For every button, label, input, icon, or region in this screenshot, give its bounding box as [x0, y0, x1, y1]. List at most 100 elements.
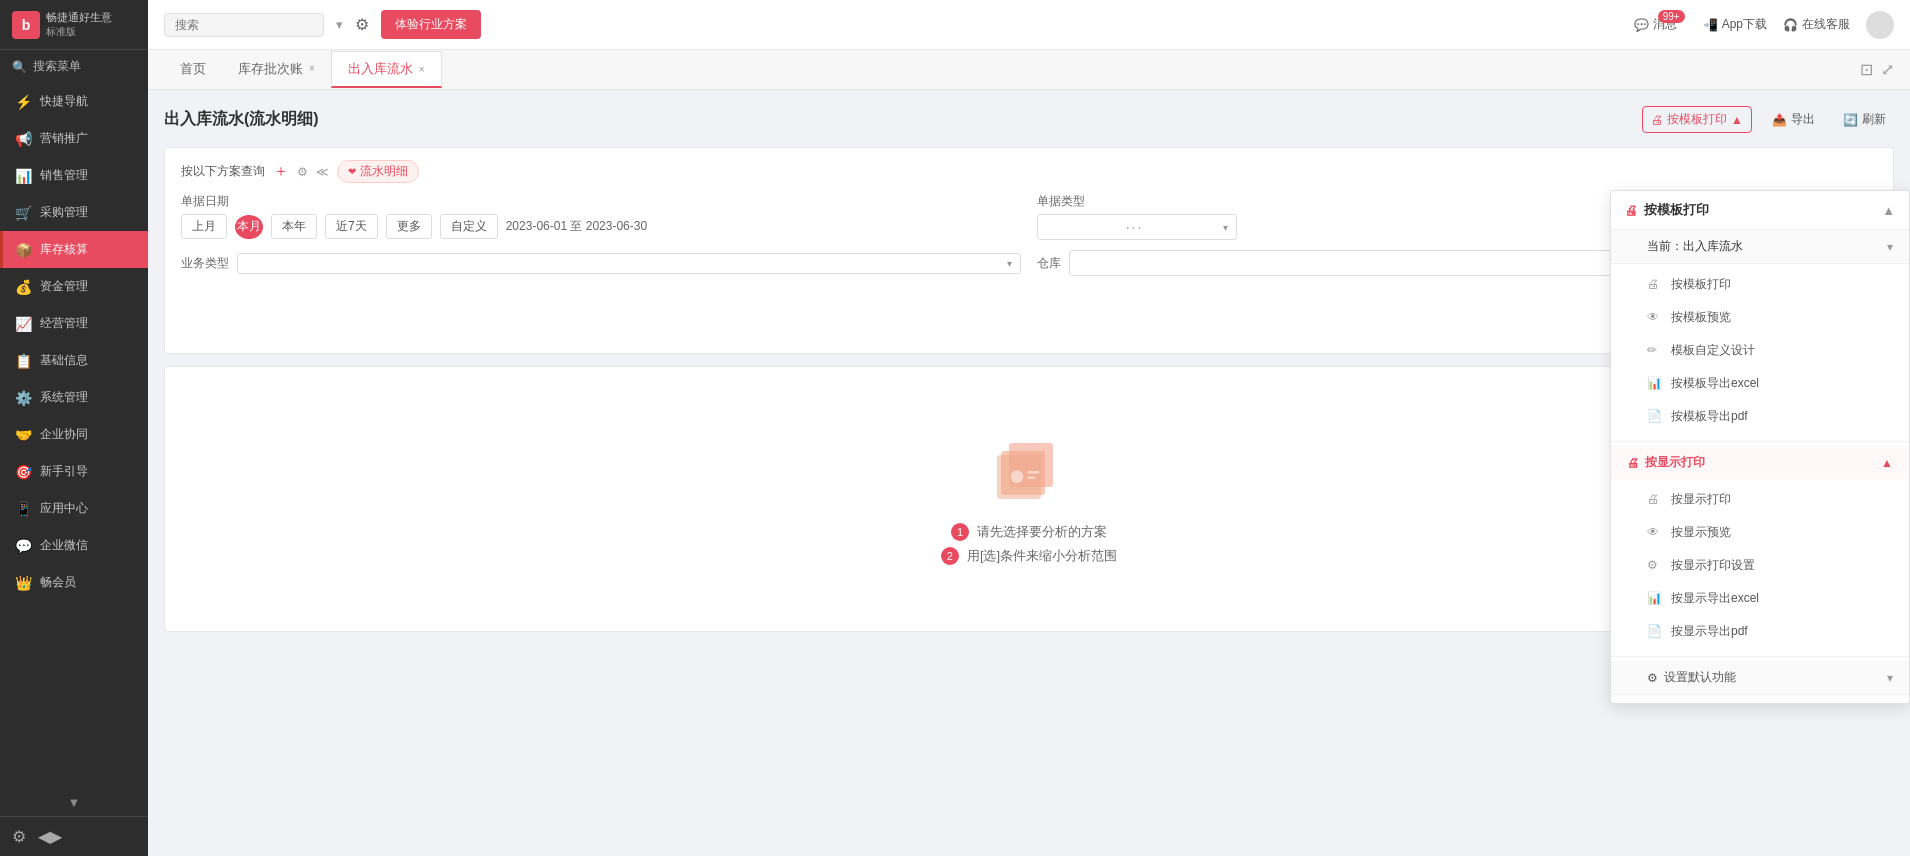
sidebar-footer: ⚙ ◀▶	[0, 816, 148, 856]
topbar-settings-icon[interactable]: ⚙	[355, 15, 369, 34]
sidebar-item-label: 营销推广	[40, 130, 88, 147]
dropdown-title: 按模板打印	[1644, 201, 1709, 219]
filter-add-icon[interactable]: ＋	[273, 161, 289, 182]
filter-business-label: 业务类型	[181, 255, 229, 272]
tab-home[interactable]: 首页	[164, 52, 222, 88]
display-section-icon: 🖨	[1627, 456, 1639, 470]
step-1-text: 请先选择要分析的方案	[977, 523, 1107, 541]
sidebar-item-guide[interactable]: 🎯 新手引导	[0, 453, 148, 490]
tab-batch-label: 库存批次账	[238, 60, 303, 78]
dropdown-item-template-pdf[interactable]: 📄 按模板导出pdf	[1611, 400, 1909, 433]
default-section-icon: ⚙	[1647, 671, 1658, 685]
dropdown-item-template-excel[interactable]: 📊 按模板导出excel	[1611, 367, 1909, 400]
sidebar-scroll-down[interactable]: ▼	[0, 789, 148, 816]
date-range: 2023-06-01 至 2023-06-30	[506, 218, 647, 235]
tab-home-label: 首页	[180, 60, 206, 78]
dropdown-divider-2	[1611, 656, 1909, 657]
tab-batch-account[interactable]: 库存批次账 ×	[222, 52, 331, 88]
dropdown-collapse-icon[interactable]: ▲	[1882, 203, 1895, 218]
date-btn-this-month[interactable]: 本月	[235, 215, 263, 239]
sidebar-item-marketing[interactable]: 📢 营销推广	[0, 120, 148, 157]
sidebar-item-operation[interactable]: 📈 经营管理	[0, 305, 148, 342]
app-download-item[interactable]: 📲 App下载	[1703, 16, 1767, 33]
industry-btn[interactable]: 体验行业方案	[381, 10, 481, 39]
user-avatar[interactable]	[1866, 11, 1894, 39]
sidebar-item-label: 采购管理	[40, 204, 88, 221]
svg-rect-5	[1027, 477, 1035, 479]
step-2-text: 用[选]条件来缩小分析范围	[967, 547, 1117, 565]
date-btn-more[interactable]: 更多	[386, 214, 432, 239]
date-btn-this-year[interactable]: 本年	[271, 214, 317, 239]
dropdown-item-template-print[interactable]: 🖨 按模板打印	[1611, 268, 1909, 301]
tab-flow-close-icon[interactable]: ×	[419, 64, 425, 75]
sidebar-item-sales[interactable]: 📊 销售管理	[0, 157, 148, 194]
sidebar-item-app-center[interactable]: 📱 应用中心	[0, 490, 148, 527]
date-btn-7days[interactable]: 近7天	[325, 214, 378, 239]
export-btn[interactable]: 📤 导出	[1764, 107, 1823, 132]
search-dropdown-icon[interactable]: ▾	[336, 17, 343, 32]
dropdown-default-section[interactable]: ⚙ 设置默认功能 ▾	[1611, 661, 1909, 695]
filter-voucher-arrow: ▾	[1223, 222, 1228, 233]
dropdown-print-icon: 🖨	[1625, 203, 1638, 218]
dropdown-current[interactable]: 当前：出入库流水 ▾	[1611, 230, 1909, 264]
search-input[interactable]	[164, 13, 324, 37]
topbar: ▾ ⚙ 体验行业方案 💬 消息 99+ 📲 App下载 🎧 在线客服	[148, 0, 1910, 50]
dropdown-display-header[interactable]: 🖨 按显示打印 ▲	[1611, 446, 1909, 479]
date-btn-last-month[interactable]: 上月	[181, 214, 227, 239]
template-pdf-label: 按模板导出pdf	[1671, 408, 1748, 425]
message-item[interactable]: 💬 消息 99+	[1634, 16, 1677, 33]
sidebar-item-inventory[interactable]: 📦 库存核算	[0, 231, 148, 268]
date-btn-custom[interactable]: 自定义	[440, 214, 498, 239]
dropdown-item-display-settings[interactable]: ⚙ 按显示打印设置	[1611, 549, 1909, 582]
sidebar-item-cooperation[interactable]: 🤝 企业协同	[0, 416, 148, 453]
restore-icon[interactable]: ⊡	[1860, 60, 1873, 79]
empty-step-1: 1 请先选择要分析的方案	[951, 523, 1107, 541]
sidebar-item-label: 基础信息	[40, 352, 88, 369]
filter-tag[interactable]: ❤ 流水明细	[337, 160, 419, 183]
filter-voucher-select[interactable]: ··· ▾	[1037, 214, 1237, 240]
sidebar-item-member[interactable]: 👑 畅会员	[0, 564, 148, 601]
sidebar-item-wechat[interactable]: 💬 企业微信	[0, 527, 148, 564]
sidebar-item-label: 快捷导航	[40, 93, 88, 110]
dropdown-item-template-preview[interactable]: 👁 按模板预览	[1611, 301, 1909, 334]
expand-icon[interactable]: ⤢	[1881, 60, 1894, 79]
empty-illustration	[989, 427, 1069, 507]
marketing-icon: 📢	[15, 131, 32, 147]
main-area: ▾ ⚙ 体验行业方案 💬 消息 99+ 📲 App下载 🎧 在线客服 首页	[148, 0, 1910, 856]
purchase-icon: 🛒	[15, 205, 32, 221]
template-preview-icon: 👁	[1647, 310, 1663, 326]
dropdown-display-section: 🖨 按显示打印 👁 按显示预览 ⚙ 按显示打印设置 📊 按显示导出excel 📄	[1611, 479, 1909, 652]
sidebar-search[interactable]: 🔍 搜索菜单	[0, 50, 148, 83]
sidebar-item-finance[interactable]: 💰 资金管理	[0, 268, 148, 305]
template-custom-label: 模板自定义设计	[1671, 342, 1755, 359]
display-section-collapse[interactable]: ▲	[1881, 456, 1893, 470]
sidebar-search-label: 搜索菜单	[33, 58, 81, 75]
dropdown-item-template-custom[interactable]: ✏ 模板自定义设计	[1611, 334, 1909, 367]
tab-flow[interactable]: 出入库流水 ×	[331, 51, 442, 88]
step-2-num: 2	[941, 547, 959, 565]
dropdown-item-display-print[interactable]: 🖨 按显示打印	[1611, 483, 1909, 516]
filter-gear-icon[interactable]: ⚙	[297, 165, 308, 179]
online-support-item[interactable]: 🎧 在线客服	[1783, 16, 1850, 33]
sidebar-item-purchase[interactable]: 🛒 采购管理	[0, 194, 148, 231]
sidebar-item-quick-nav[interactable]: ⚡ 快捷导航	[0, 83, 148, 120]
refresh-btn[interactable]: 🔄 刷新	[1835, 107, 1894, 132]
display-print-icon: 🖨	[1647, 492, 1663, 508]
dropdown-item-display-pdf[interactable]: 📄 按显示导出pdf	[1611, 615, 1909, 648]
print-template-btn[interactable]: 🖨 按模板打印 ▲	[1642, 106, 1752, 133]
sidebar-toggle-icon[interactable]: ◀▶	[38, 827, 62, 846]
online-support-label: 在线客服	[1802, 16, 1850, 33]
tab-batch-close-icon[interactable]: ×	[309, 63, 315, 74]
dropdown-item-display-excel[interactable]: 📊 按显示导出excel	[1611, 582, 1909, 615]
settings-icon[interactable]: ⚙	[12, 827, 26, 846]
sidebar-item-basic-info[interactable]: 📋 基础信息	[0, 342, 148, 379]
template-print-label: 按模板打印	[1671, 276, 1731, 293]
sidebar-item-system[interactable]: ⚙️ 系统管理	[0, 379, 148, 416]
filter-collapse-icon[interactable]: ≪	[316, 165, 329, 179]
display-pdf-icon: 📄	[1647, 624, 1663, 640]
guide-icon: 🎯	[15, 464, 32, 480]
dropdown-item-display-preview[interactable]: 👁 按显示预览	[1611, 516, 1909, 549]
filter-voucher-dots: ···	[1126, 219, 1144, 235]
filter-business-select[interactable]: ▾	[237, 253, 1021, 274]
inventory-icon: 📦	[15, 242, 32, 258]
